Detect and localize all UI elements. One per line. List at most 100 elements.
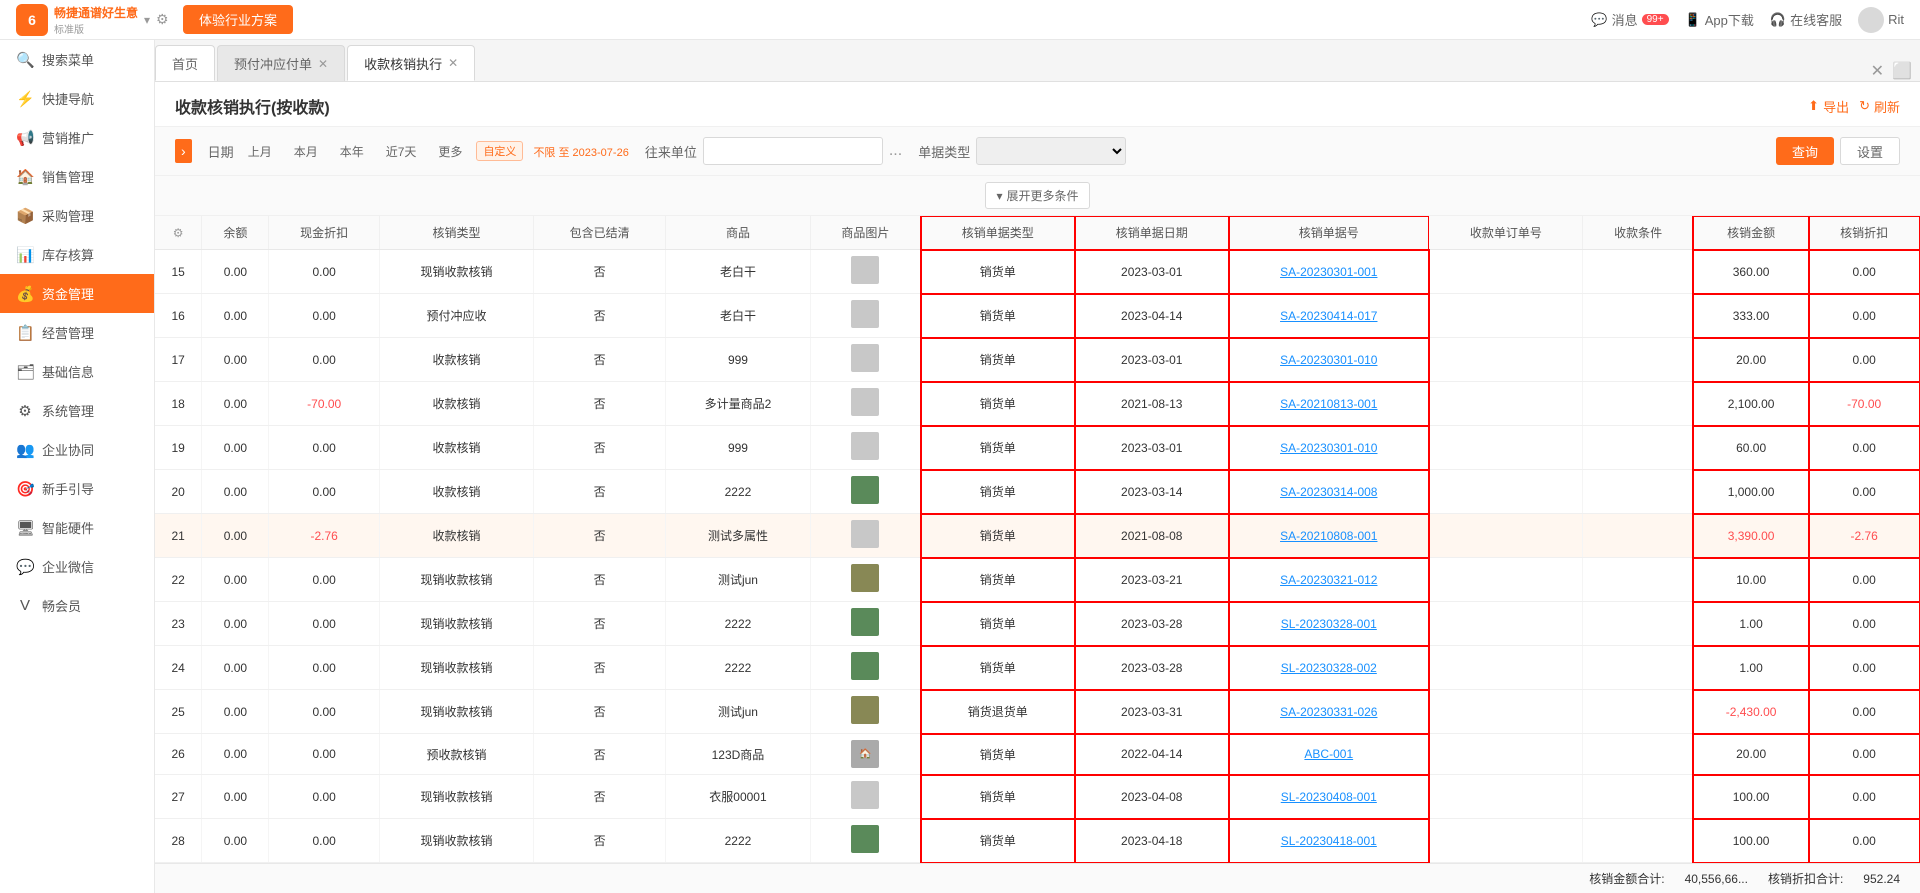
cell-verify-doc-no[interactable]: SA-20230301-001 <box>1229 250 1429 294</box>
cell-verify-doc-no[interactable]: SA-20230301-010 <box>1229 338 1429 382</box>
cell-goods-img: 🏠 <box>810 734 921 775</box>
sidebar-item-enterprise[interactable]: 👥 企业协同 <box>0 430 154 469</box>
cell-verify-doc-no[interactable]: SL-20230328-002 <box>1229 646 1429 690</box>
sidebar-item-inventory[interactable]: 📊 库存核算 <box>0 235 154 274</box>
cell-goods-img <box>810 602 921 646</box>
cell-verify-discount: 0.00 <box>1809 338 1920 382</box>
cell-verify-doc-no[interactable]: SL-20230328-001 <box>1229 602 1429 646</box>
col-verify-discount: 核销折扣 <box>1809 216 1920 250</box>
cell-verify-doc-no[interactable]: SL-20230418-001 <box>1229 819 1429 863</box>
sidebar-item-quicknav[interactable]: ⚡ 快捷导航 <box>0 79 154 118</box>
sidebar-item-wechat[interactable]: 💬 企业微信 <box>0 547 154 586</box>
cell-receipt-order-no <box>1429 775 1583 819</box>
cell-balance: 0.00 <box>202 775 269 819</box>
cell-verify-doc-no[interactable]: SA-20230314-008 <box>1229 470 1429 514</box>
tab-close-verify[interactable]: ✕ <box>448 56 458 70</box>
table-row: 27 0.00 0.00 现销收款核销 否 衣服00001 销货单 2023-0… <box>155 775 1920 819</box>
table-row: 24 0.00 0.00 现销收款核销 否 2222 销货单 2023-03-2… <box>155 646 1920 690</box>
cell-verify-doc-no[interactable]: SA-20210808-001 <box>1229 514 1429 558</box>
cell-receipt-condition <box>1583 734 1694 775</box>
table-row: 17 0.00 0.00 收款核销 否 999 销货单 2023-03-01 S… <box>155 338 1920 382</box>
sidebar-item-marketing[interactable]: 📢 营销推广 <box>0 118 154 157</box>
tab-home[interactable]: 首页 <box>155 45 215 81</box>
cell-id: 25 <box>155 690 202 734</box>
settings-icon[interactable]: ⚙ <box>156 11 169 28</box>
export-button[interactable]: ⬆ 导出 <box>1808 97 1849 116</box>
cell-id: 22 <box>155 558 202 602</box>
sidebar-item-system[interactable]: ⚙ 系统管理 <box>0 391 154 430</box>
cell-goods-img <box>810 382 921 426</box>
cell-verify-amount: -2,430.00 <box>1693 690 1808 734</box>
cell-verify-discount: 0.00 <box>1809 690 1920 734</box>
tab-close-prepay[interactable]: ✕ <box>318 57 328 71</box>
cell-verify-doc-date: 2022-04-14 <box>1075 734 1229 775</box>
collapse-filter-button[interactable]: › <box>175 139 192 163</box>
settings-button[interactable]: 设置 <box>1840 137 1900 165</box>
cell-verify-doc-no[interactable]: SA-20230331-026 <box>1229 690 1429 734</box>
date-7days[interactable]: 近7天 <box>378 141 425 162</box>
industry-button[interactable]: 体验行业方案 <box>183 5 293 34</box>
sidebar-item-purchase[interactable]: 📦 采购管理 <box>0 196 154 235</box>
user-area[interactable]: Rit <box>1858 7 1904 33</box>
date-range-display: 不限 至 2023-07-26 <box>533 144 628 160</box>
cell-cash-discount: 0.00 <box>269 819 380 863</box>
cell-verify-doc-no[interactable]: SA-20210813-001 <box>1229 382 1429 426</box>
col-verify-doc-date: 核销单据日期 <box>1075 216 1229 250</box>
dropdown-arrow-icon[interactable]: ▾ <box>144 13 150 27</box>
cell-cash-discount: 0.00 <box>269 602 380 646</box>
sidebar-item-finance[interactable]: 💰 资金管理 <box>0 274 154 313</box>
sidebar-item-guide[interactable]: 🎯 新手引导 <box>0 469 154 508</box>
cell-verify-doc-no[interactable]: SL-20230408-001 <box>1229 775 1429 819</box>
cell-verify-doc-no[interactable]: SA-20230321-012 <box>1229 558 1429 602</box>
message-button[interactable]: 💬 消息 99+ <box>1591 10 1668 29</box>
cell-goods-img <box>810 558 921 602</box>
sidebar-item-operation[interactable]: 📋 经营管理 <box>0 313 154 352</box>
refresh-button[interactable]: ↻ 刷新 <box>1859 97 1900 116</box>
cell-receipt-order-no <box>1429 690 1583 734</box>
expand-conditions-row: ▾ 展开更多条件 <box>155 176 1920 216</box>
filter-buttons: 查询 设置 <box>1776 137 1900 165</box>
cell-id: 19 <box>155 426 202 470</box>
cell-verify-type: 收款核销 <box>379 382 533 426</box>
col-gear[interactable]: ⚙ <box>155 216 202 250</box>
online-service-button[interactable]: 🎧 在线客服 <box>1770 10 1842 29</box>
close-window-icon[interactable]: ✕ <box>1871 61 1884 81</box>
export-icon: ⬆ <box>1808 98 1819 114</box>
cell-verify-type: 收款核销 <box>379 470 533 514</box>
cell-receipt-condition <box>1583 690 1694 734</box>
date-this-month[interactable]: 本月 <box>286 141 326 162</box>
vip-icon: V <box>16 597 34 614</box>
partner-dots[interactable]: ... <box>889 142 902 160</box>
cell-verify-doc-no[interactable]: ABC-001 <box>1229 734 1429 775</box>
search-icon: 🔍 <box>16 51 34 69</box>
tab-verify[interactable]: 收款核销执行 ✕ <box>347 45 475 81</box>
cell-include-cleared: 否 <box>533 294 665 338</box>
sidebar-item-hardware[interactable]: 🖥 智能硬件 <box>0 508 154 547</box>
date-this-year[interactable]: 本年 <box>332 141 372 162</box>
cell-verify-doc-no[interactable]: SA-20230301-010 <box>1229 426 1429 470</box>
sidebar-item-member[interactable]: V 畅会员 <box>0 586 154 625</box>
date-more[interactable]: 更多 <box>430 141 470 162</box>
cell-balance: 0.00 <box>202 602 269 646</box>
home-icon: 🏠 <box>16 168 34 186</box>
cell-verify-doc-no[interactable]: SA-20230414-017 <box>1229 294 1429 338</box>
cell-goods: 2222 <box>666 646 810 690</box>
cell-goods: 999 <box>666 426 810 470</box>
sidebar-item-search[interactable]: 🔍 搜索菜单 <box>0 40 154 79</box>
cell-cash-discount: 0.00 <box>269 250 380 294</box>
table-row: 28 0.00 0.00 现销收款核销 否 2222 销货单 2023-04-1… <box>155 819 1920 863</box>
cell-include-cleared: 否 <box>533 690 665 734</box>
date-custom-tag[interactable]: 自定义 <box>476 141 523 161</box>
date-last-month[interactable]: 上月 <box>240 141 280 162</box>
sidebar-item-base-info[interactable]: 🗂 基础信息 <box>0 352 154 391</box>
cell-receipt-condition <box>1583 602 1694 646</box>
tab-prepay[interactable]: 预付冲应付单 ✕ <box>217 45 345 81</box>
app-download-button[interactable]: 📱 App下载 <box>1685 10 1754 29</box>
expand-conditions-button[interactable]: ▾ 展开更多条件 <box>985 182 1089 209</box>
table-row: 20 0.00 0.00 收款核销 否 2222 销货单 2023-03-14 … <box>155 470 1920 514</box>
search-button[interactable]: 查询 <box>1776 137 1834 165</box>
sidebar-item-sales[interactable]: 🏠 销售管理 <box>0 157 154 196</box>
partner-input[interactable] <box>703 137 883 165</box>
doc-type-select[interactable] <box>976 137 1126 165</box>
maximize-icon[interactable]: ⬜ <box>1892 61 1912 81</box>
